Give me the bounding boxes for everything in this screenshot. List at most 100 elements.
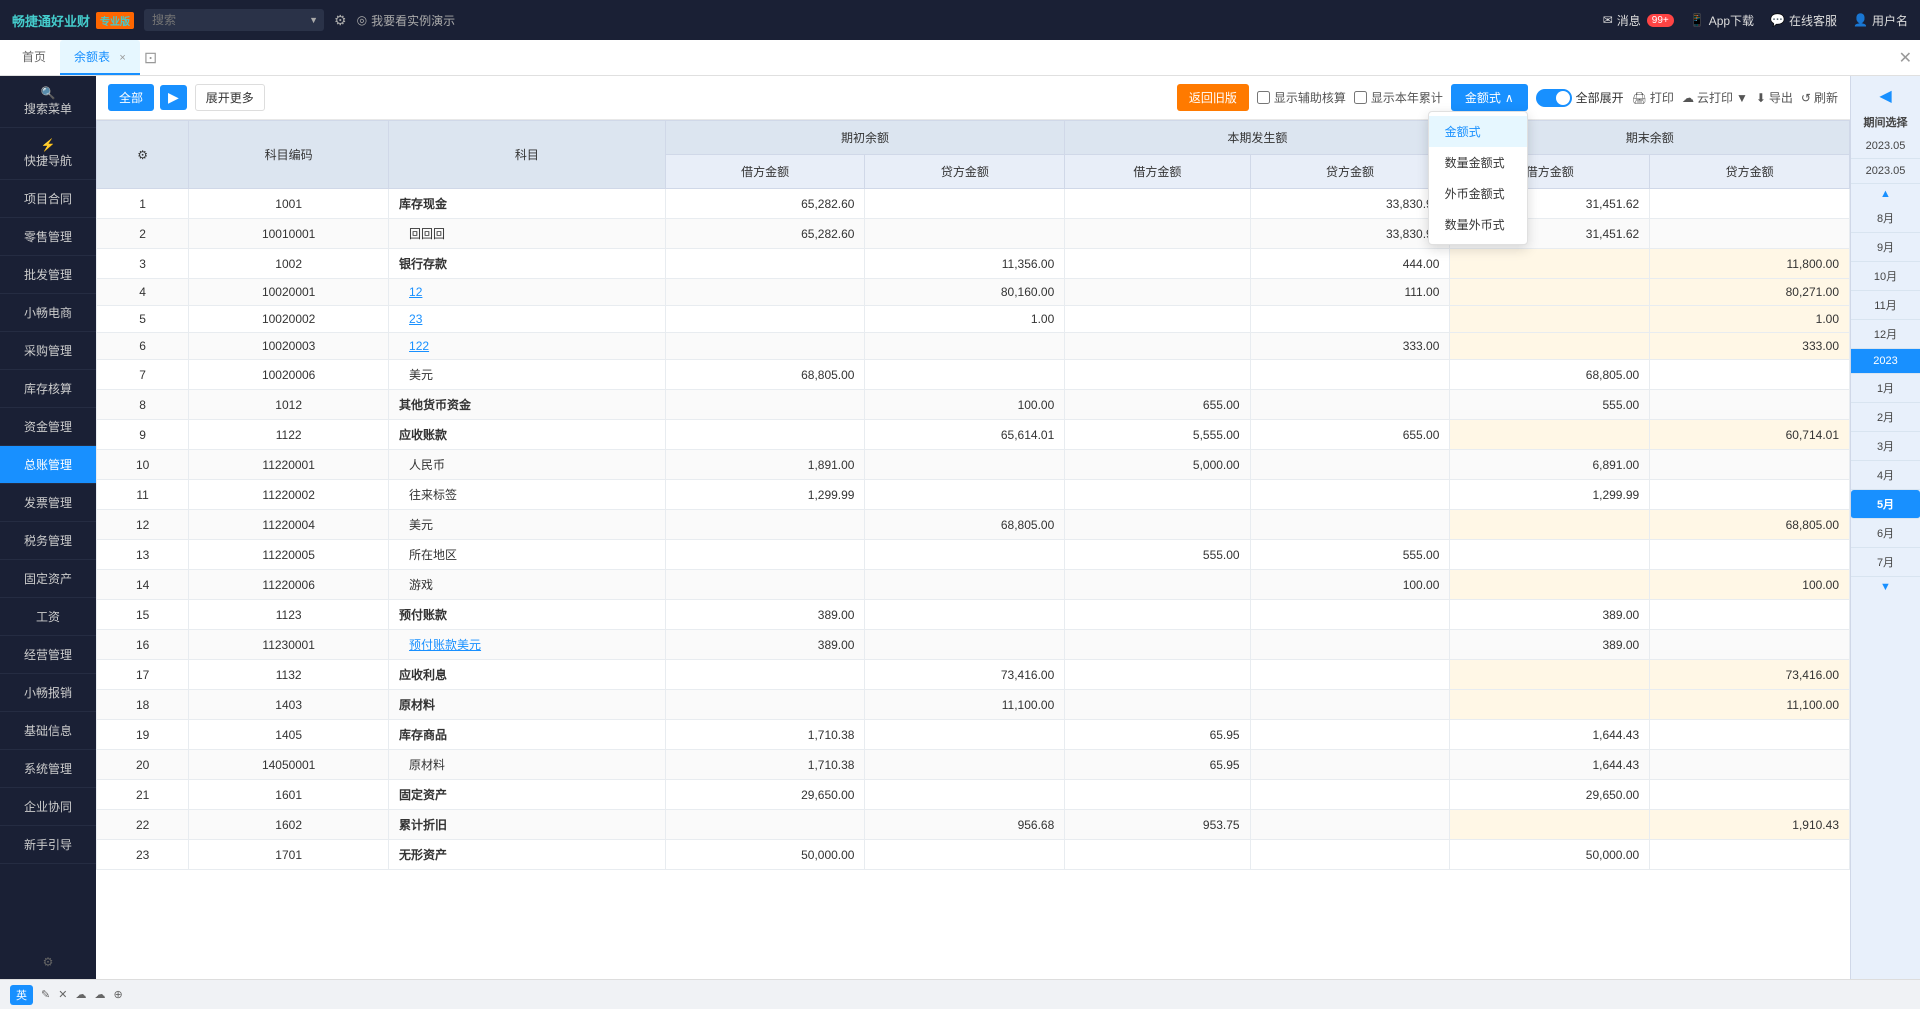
sidebar-settings[interactable]: ⚙ [0,945,96,979]
online-service-item[interactable]: 💬 在线客服 [1770,12,1837,29]
all-filter-btn[interactable]: 全部 [108,84,154,111]
sidebar-item-expense[interactable]: 小畅报销 [0,674,96,712]
sidebar-item-guide[interactable]: 新手引导 [0,826,96,864]
sidebar-item-ecommerce[interactable]: 小畅电商 [0,294,96,332]
cloud-print-icon: ☁ [1682,91,1694,105]
period-item-may[interactable]: 5月 [1851,490,1920,519]
year-down-btn[interactable]: ▼ [1880,581,1891,593]
cloud-print-btn[interactable]: ☁ 云打印 ▼ [1682,89,1748,106]
row-name[interactable]: 库存现金 [389,189,666,219]
sidebar-item-operations[interactable]: 经营管理 [0,636,96,674]
app-download-item[interactable]: 📱 App下载 [1690,12,1754,29]
period-item-jun[interactable]: 6月 [1851,519,1920,548]
print-btn[interactable]: 🖨 打印 [1632,89,1674,106]
sidebar-item-assets[interactable]: 固定资产 [0,560,96,598]
period-item-feb[interactable]: 2月 [1851,403,1920,432]
row-name[interactable]: 银行存款 [389,249,666,279]
ytd-check[interactable] [1354,91,1367,104]
row-name[interactable]: 12 [389,279,666,306]
search-input[interactable] [144,9,324,31]
sidebar-item-search[interactable]: 🔍 搜索菜单 [0,76,96,128]
period-item-0[interactable]: 2023.05 [1851,134,1920,159]
row-name[interactable]: 无形资产 [389,840,666,870]
bottom-icon-5[interactable]: ⊕ [113,988,122,1001]
row-code: 1122 [189,420,389,450]
bottom-icon-2[interactable]: ✕ [58,988,67,1001]
sidebar-item-collab[interactable]: 企业协同 [0,788,96,826]
sidebar-item-retail[interactable]: 零售管理 [0,218,96,256]
row-opening-debit: 1,710.38 [665,720,865,750]
export-btn[interactable]: ⬇ 导出 [1756,89,1793,106]
tab-close-all[interactable]: ✕ [1899,48,1912,68]
show-ytd-checkbox[interactable]: 显示本年累计 [1354,89,1443,106]
refresh-btn[interactable]: ↺ 刷新 [1801,89,1838,106]
period-item-apr[interactable]: 4月 [1851,461,1920,490]
period-item-oct[interactable]: 10月 [1851,262,1920,291]
user-item[interactable]: 👤 用户名 [1853,12,1908,29]
period-item-aug[interactable]: 8月 [1851,204,1920,233]
row-name[interactable]: 库存商品 [389,720,666,750]
row-name[interactable]: 应收利息 [389,660,666,690]
period-item-jul[interactable]: 7月 [1851,548,1920,577]
row-name[interactable]: 预付账款 [389,600,666,630]
sidebar-item-ledger[interactable]: 总账管理 [0,446,96,484]
toggle-switch[interactable] [1536,89,1572,107]
show-auxiliary-checkbox[interactable]: 显示辅助核算 [1257,89,1346,106]
bottom-icon-4[interactable]: ☁ [94,988,105,1001]
expand-more-btn[interactable]: 展开更多 [195,84,265,111]
style-dropdown-btn[interactable]: 金额式 ∧ [1451,84,1528,111]
panel-collapse-btn[interactable]: ◀ [1875,82,1895,110]
period-item-mar[interactable]: 3月 [1851,432,1920,461]
row-name[interactable]: 累计折旧 [389,810,666,840]
language-btn[interactable]: 英 [10,985,33,1005]
row-name[interactable]: 应收账款 [389,420,666,450]
demo-link[interactable]: ◎ 我要看实例演示 [357,12,456,29]
year-up-btn[interactable]: ▲ [1880,188,1891,200]
tab-close-icon[interactable]: × [119,52,125,64]
period-item-sep[interactable]: 9月 [1851,233,1920,262]
style-option-2[interactable]: 数量金额式 [1429,147,1527,178]
sidebar-item-purchase[interactable]: 采购管理 [0,332,96,370]
style-option-1[interactable]: 金额式 [1429,116,1527,147]
row-name[interactable]: 122 [389,333,666,360]
row-name[interactable]: 固定资产 [389,780,666,810]
row-name[interactable]: 23 [389,306,666,333]
expand-all-toggle[interactable]: 全部展开 [1536,89,1624,107]
tab-home[interactable]: 首页 [8,40,60,75]
row-current-debit: 5,555.00 [1065,420,1250,450]
tab-expand-btn[interactable]: ⊡ [144,48,157,68]
settings-icon[interactable]: ⚙ [334,12,347,29]
return-old-btn[interactable]: 返回旧版 [1177,84,1249,111]
sidebar-item-finance[interactable]: 资金管理 [0,408,96,446]
sidebar-item-salary[interactable]: 工资 [0,598,96,636]
period-item-jan[interactable]: 1月 [1851,374,1920,403]
style-option-4[interactable]: 数量外币式 [1429,209,1527,240]
tab-balance[interactable]: 余额表 × [60,40,140,75]
bottom-icon-3[interactable]: ☁ [75,988,86,1001]
sidebar-item-system[interactable]: 系统管理 [0,750,96,788]
th-settings[interactable]: ⚙ [97,121,189,189]
sidebar-item-tax[interactable]: 税务管理 [0,522,96,560]
nav-right-btn[interactable]: ▶ [160,85,187,110]
auxiliary-check[interactable] [1257,91,1270,104]
row-name[interactable]: 其他货币资金 [389,390,666,420]
sidebar-item-inventory[interactable]: 库存核算 [0,370,96,408]
row-current-credit: 33,830.98 [1250,189,1450,219]
period-item-year[interactable]: 2023 [1851,349,1920,374]
row-name[interactable]: 原材料 [389,690,666,720]
style-option-3[interactable]: 外币金额式 [1429,178,1527,209]
period-item-nov[interactable]: 11月 [1851,291,1920,320]
row-current-credit [1250,390,1450,420]
bottom-icon-1[interactable]: ✎ [41,988,50,1001]
table-row: 8 1012 其他货币资金 100.00 655.00 555.00 [97,390,1850,420]
row-current-debit [1065,570,1250,600]
sidebar-item-invoice[interactable]: 发票管理 [0,484,96,522]
row-name[interactable]: 预付账款美元 [389,630,666,660]
period-item-dec[interactable]: 12月 [1851,320,1920,349]
sidebar-item-nav[interactable]: ⚡ 快捷导航 [0,128,96,180]
sidebar-item-project[interactable]: 项目合同 [0,180,96,218]
sidebar-item-wholesale[interactable]: 批发管理 [0,256,96,294]
messages-item[interactable]: ✉ 消息 99+ [1603,12,1674,29]
period-item-1[interactable]: 2023.05 [1851,159,1920,184]
sidebar-item-basic[interactable]: 基础信息 [0,712,96,750]
